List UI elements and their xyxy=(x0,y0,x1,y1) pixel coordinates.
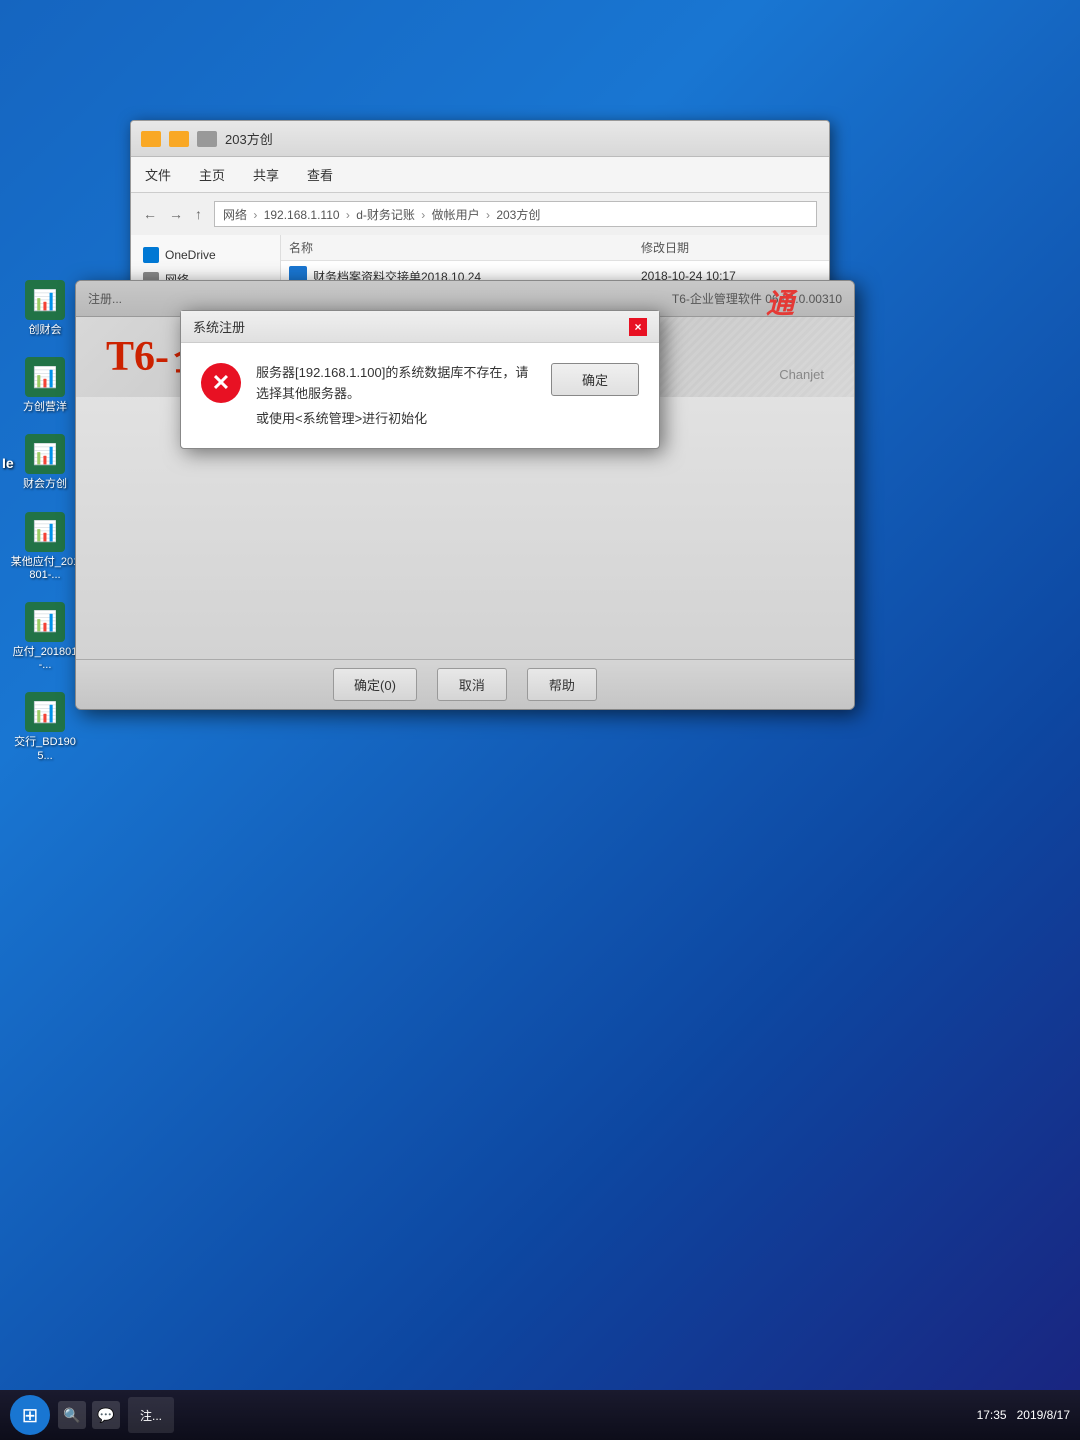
t6-logo: T6- xyxy=(106,333,169,381)
taskbar-icons: 🔍 💬 xyxy=(58,1401,120,1429)
error-icon: ✕ xyxy=(201,363,241,403)
taskbar-search-icon[interactable]: 🔍 xyxy=(58,1401,86,1429)
sysreg-dialog: 系统注册 × ✕ 服务器[192.168.1.100]的系统数据库不存在，请选择… xyxy=(180,310,660,449)
taskbar: ⊞ 🔍 💬 注... 17:35 2019/8/17 xyxy=(0,1390,1080,1440)
taskbar-time: 17:35 xyxy=(977,1408,1007,1422)
taskbar-date: 2019/8/17 xyxy=(1017,1408,1070,1422)
dialog-ok-button[interactable]: 确定 xyxy=(551,363,639,396)
desktop: 📊 创财会 📊 方创营洋 📊 财会方创 📊 某他应付_201801-... 📊 … xyxy=(0,0,1080,1440)
dialog-message-line1: 服务器[192.168.1.100]的系统数据库不存在，请选择其他服务器。 xyxy=(256,363,536,405)
t6-logo-dash: - xyxy=(155,334,169,380)
dialog-body: ✕ 服务器[192.168.1.100]的系统数据库不存在，请选择其他服务器。 … xyxy=(181,343,659,448)
taskbar-t6-item[interactable]: 注... xyxy=(128,1397,174,1433)
taskbar-cortana-icon[interactable]: 💬 xyxy=(92,1401,120,1429)
dialog-close-button[interactable]: × xyxy=(629,318,647,336)
dialog-title: 系统注册 xyxy=(193,317,245,336)
dialog-message-line2: 或使用<系统管理>进行初始化 xyxy=(256,409,536,430)
dialog-title-bar: 系统注册 × xyxy=(181,311,659,343)
dialog-overlay: 系统注册 × ✕ 服务器[192.168.1.100]的系统数据库不存在，请选择… xyxy=(0,0,1080,1440)
t6-logo-t6: T6 xyxy=(106,334,155,380)
dialog-message: 服务器[192.168.1.100]的系统数据库不存在，请选择其他服务器。 或使… xyxy=(256,363,536,433)
taskbar-right: 17:35 2019/8/17 xyxy=(977,1408,1070,1422)
start-button[interactable]: ⊞ xyxy=(10,1395,50,1435)
